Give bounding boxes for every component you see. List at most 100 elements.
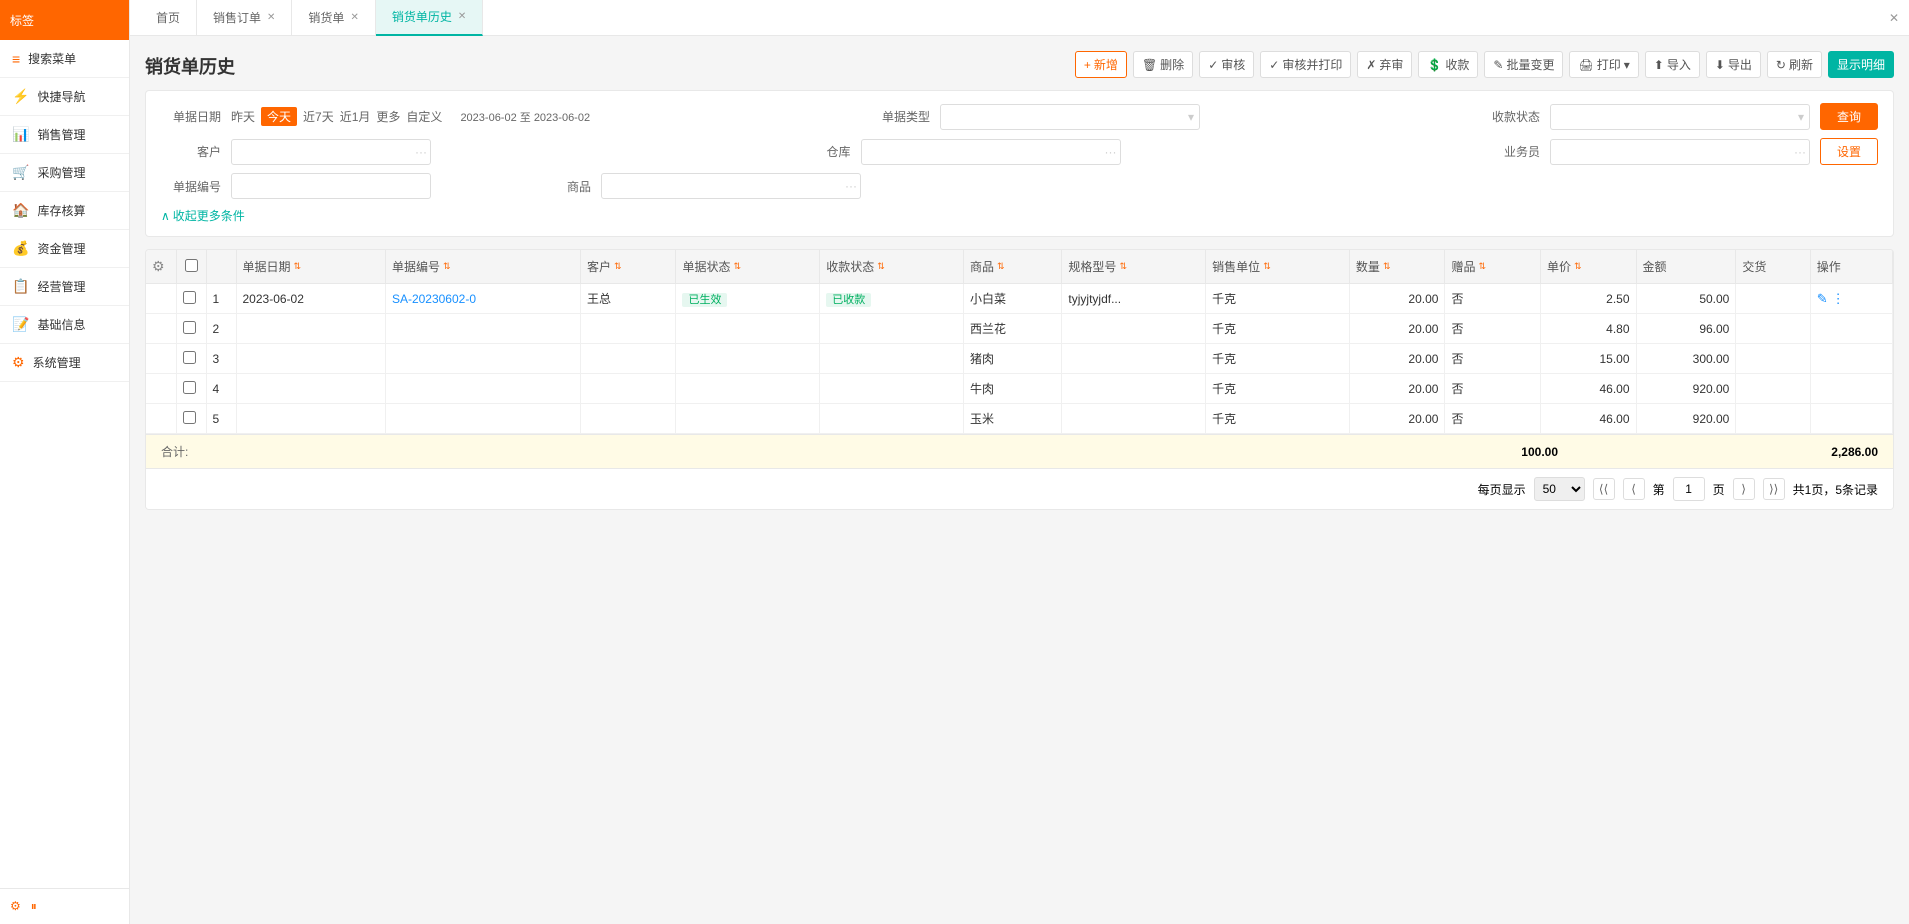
sidebar-item-inventory[interactable]: 🏠 库存核算 bbox=[0, 192, 129, 230]
th-gift[interactable]: 赠品 ⇅ bbox=[1445, 250, 1541, 284]
select-all-checkbox[interactable] bbox=[185, 259, 198, 272]
row-checkbox[interactable] bbox=[183, 351, 196, 364]
sidebar-item-sales-mgmt[interactable]: 📊 销售管理 bbox=[0, 116, 129, 154]
audit-print-button[interactable]: ✓ 审核并打印 bbox=[1260, 51, 1351, 78]
th-unit[interactable]: 销售单位 ⇅ bbox=[1206, 250, 1350, 284]
audit-button[interactable]: ✓ 审核 bbox=[1199, 51, 1254, 78]
sidebar-bottom-icon1[interactable]: ⚙ bbox=[10, 899, 21, 914]
tab-sales-history-close[interactable]: ✕ bbox=[458, 11, 466, 22]
collapse-button[interactable]: ∧ 收起更多条件 bbox=[161, 207, 1878, 224]
export-button[interactable]: ⬇ 导出 bbox=[1706, 51, 1761, 78]
date-shortcut-1month[interactable]: 近1月 bbox=[340, 108, 371, 125]
page-label: 第 bbox=[1653, 481, 1665, 498]
table-cell: 千克 bbox=[1206, 374, 1350, 404]
th-doc-no[interactable]: 单据编号 ⇅ bbox=[385, 250, 580, 284]
delete-button[interactable]: 🗑 删除 bbox=[1133, 51, 1193, 78]
date-range: 2023-06-02 至 2023-06-02 bbox=[460, 109, 590, 125]
page-suffix: 页 bbox=[1713, 481, 1725, 498]
th-goods-sort-icon: ⇅ bbox=[997, 261, 1005, 272]
total-info: 共1页，5条记录 bbox=[1793, 481, 1878, 498]
tab-sales-delivery[interactable]: 销货单 ✕ bbox=[292, 0, 375, 36]
staff-dots[interactable]: ··· bbox=[1794, 145, 1806, 159]
prev-page-button[interactable]: ⟨ bbox=[1623, 478, 1645, 500]
status-dropdown-icon[interactable]: ▾ bbox=[1798, 110, 1804, 124]
row-checkbox[interactable] bbox=[183, 321, 196, 334]
page-input[interactable] bbox=[1673, 477, 1705, 501]
date-shortcut-more[interactable]: 更多 bbox=[376, 108, 400, 125]
date-label: 单据日期 bbox=[161, 108, 221, 125]
first-page-button[interactable]: ⟨⟨ bbox=[1593, 478, 1615, 500]
sidebar-item-system-mgmt[interactable]: ⚙ 系统管理 bbox=[0, 344, 129, 382]
window-close-icon[interactable]: ✕ bbox=[1889, 11, 1899, 25]
goods-dots[interactable]: ··· bbox=[845, 179, 857, 193]
doc-no-input[interactable] bbox=[231, 173, 431, 199]
tab-home[interactable]: 首页 bbox=[140, 0, 197, 36]
show-detail-button[interactable]: 显示明细 bbox=[1828, 51, 1894, 78]
sidebar-bottom-icon2[interactable]: ⏸ bbox=[31, 899, 37, 914]
staff-input[interactable] bbox=[1550, 139, 1810, 165]
date-shortcut-custom[interactable]: 自定义 bbox=[406, 108, 442, 125]
refresh-button[interactable]: ↻ 刷新 bbox=[1767, 51, 1822, 78]
collect-button[interactable]: 💲 收款 bbox=[1418, 51, 1478, 78]
th-spec[interactable]: 规格型号 ⇅ bbox=[1062, 250, 1206, 284]
audit-print-icon: ✓ bbox=[1269, 58, 1279, 72]
sidebar-item-purchase-mgmt[interactable]: 🛒 采购管理 bbox=[0, 154, 129, 192]
sidebar-item-label: 搜索菜单 bbox=[28, 50, 76, 67]
tab-sales-history[interactable]: 销货单历史 ✕ bbox=[376, 0, 483, 36]
table-footer: 合计: 100.00 2,286.00 bbox=[146, 434, 1893, 468]
edit-icon[interactable]: ✎ bbox=[1817, 291, 1828, 306]
sidebar-item-finance-mgmt[interactable]: 💰 资金管理 bbox=[0, 230, 129, 268]
set-button[interactable]: 设置 bbox=[1820, 138, 1878, 165]
th-qty[interactable]: 数量 ⇅ bbox=[1349, 250, 1445, 284]
abandon-button[interactable]: ✗ 弃审 bbox=[1357, 51, 1412, 78]
customer-input[interactable] bbox=[231, 139, 431, 165]
doc-no-link[interactable]: SA-20230602-0 bbox=[392, 292, 476, 306]
row-checkbox[interactable] bbox=[183, 381, 196, 394]
th-doc-status[interactable]: 单据状态 ⇅ bbox=[676, 250, 820, 284]
tab-sales-order-close[interactable]: ✕ bbox=[267, 12, 275, 23]
delete-label: 删除 bbox=[1160, 56, 1184, 73]
th-customer-label: 客户 bbox=[587, 258, 611, 275]
date-shortcut-yesterday[interactable]: 昨天 bbox=[231, 108, 255, 125]
th-price[interactable]: 单价 ⇅ bbox=[1540, 250, 1636, 284]
warehouse-input[interactable] bbox=[861, 139, 1121, 165]
th-qty-sort-icon: ⇅ bbox=[1383, 261, 1391, 272]
tab-sales-order[interactable]: 销售订单 ✕ bbox=[197, 0, 292, 36]
query-button[interactable]: 查询 bbox=[1820, 103, 1878, 130]
new-button[interactable]: + 新增 bbox=[1075, 51, 1127, 78]
per-page-select[interactable]: 50 100 200 bbox=[1534, 477, 1585, 501]
th-pay-status[interactable]: 收款状态 ⇅ bbox=[820, 250, 964, 284]
th-customer[interactable]: 客户 ⇅ bbox=[580, 250, 676, 284]
print-button[interactable]: 🖨 打印 ▾ bbox=[1569, 51, 1638, 78]
goods-input[interactable] bbox=[601, 173, 861, 199]
table-cell bbox=[580, 374, 676, 404]
more-icon[interactable]: ⋮ bbox=[1832, 291, 1845, 306]
tab-sales-delivery-close[interactable]: ✕ bbox=[350, 12, 358, 23]
sidebar-item-quick-nav[interactable]: ⚡ 快捷导航 bbox=[0, 78, 129, 116]
sidebar-item-basic-info[interactable]: 📝 基础信息 bbox=[0, 306, 129, 344]
th-gift-sort-icon: ⇅ bbox=[1478, 261, 1486, 272]
th-goods[interactable]: 商品 ⇅ bbox=[963, 250, 1061, 284]
sales-icon: 📊 bbox=[12, 126, 29, 143]
last-page-button[interactable]: ⟩⟩ bbox=[1763, 478, 1785, 500]
type-input[interactable] bbox=[940, 104, 1200, 130]
date-shortcut-7days[interactable]: 近7天 bbox=[303, 108, 334, 125]
th-doc-date[interactable]: 单据日期 ⇅ bbox=[236, 250, 385, 284]
type-dropdown-icon[interactable]: ▾ bbox=[1188, 110, 1194, 124]
row-checkbox[interactable] bbox=[183, 291, 196, 304]
import-button[interactable]: ⬆ 导入 bbox=[1645, 51, 1700, 78]
basic-info-icon: 📝 bbox=[12, 316, 29, 333]
table-cell bbox=[385, 374, 580, 404]
customer-dots[interactable]: ··· bbox=[415, 145, 427, 159]
table-cell bbox=[580, 404, 676, 434]
batch-change-button[interactable]: ✎ 批量变更 bbox=[1484, 51, 1563, 78]
date-shortcut-today[interactable]: 今天 bbox=[261, 107, 297, 126]
main-content: 首页 销售订单 ✕ 销货单 ✕ 销货单历史 ✕ ✕ 销货单历史 + 新增 bbox=[130, 0, 1909, 924]
next-page-button[interactable]: ⟩ bbox=[1733, 478, 1755, 500]
row-checkbox[interactable] bbox=[183, 411, 196, 424]
status-input[interactable] bbox=[1550, 104, 1810, 130]
sidebar-item-ops-mgmt[interactable]: 📋 经营管理 bbox=[0, 268, 129, 306]
warehouse-dots[interactable]: ··· bbox=[1105, 145, 1117, 159]
sidebar-item-search-menu[interactable]: ≡ 搜索菜单 bbox=[0, 40, 129, 78]
column-settings-icon[interactable]: ⚙ bbox=[152, 258, 165, 274]
